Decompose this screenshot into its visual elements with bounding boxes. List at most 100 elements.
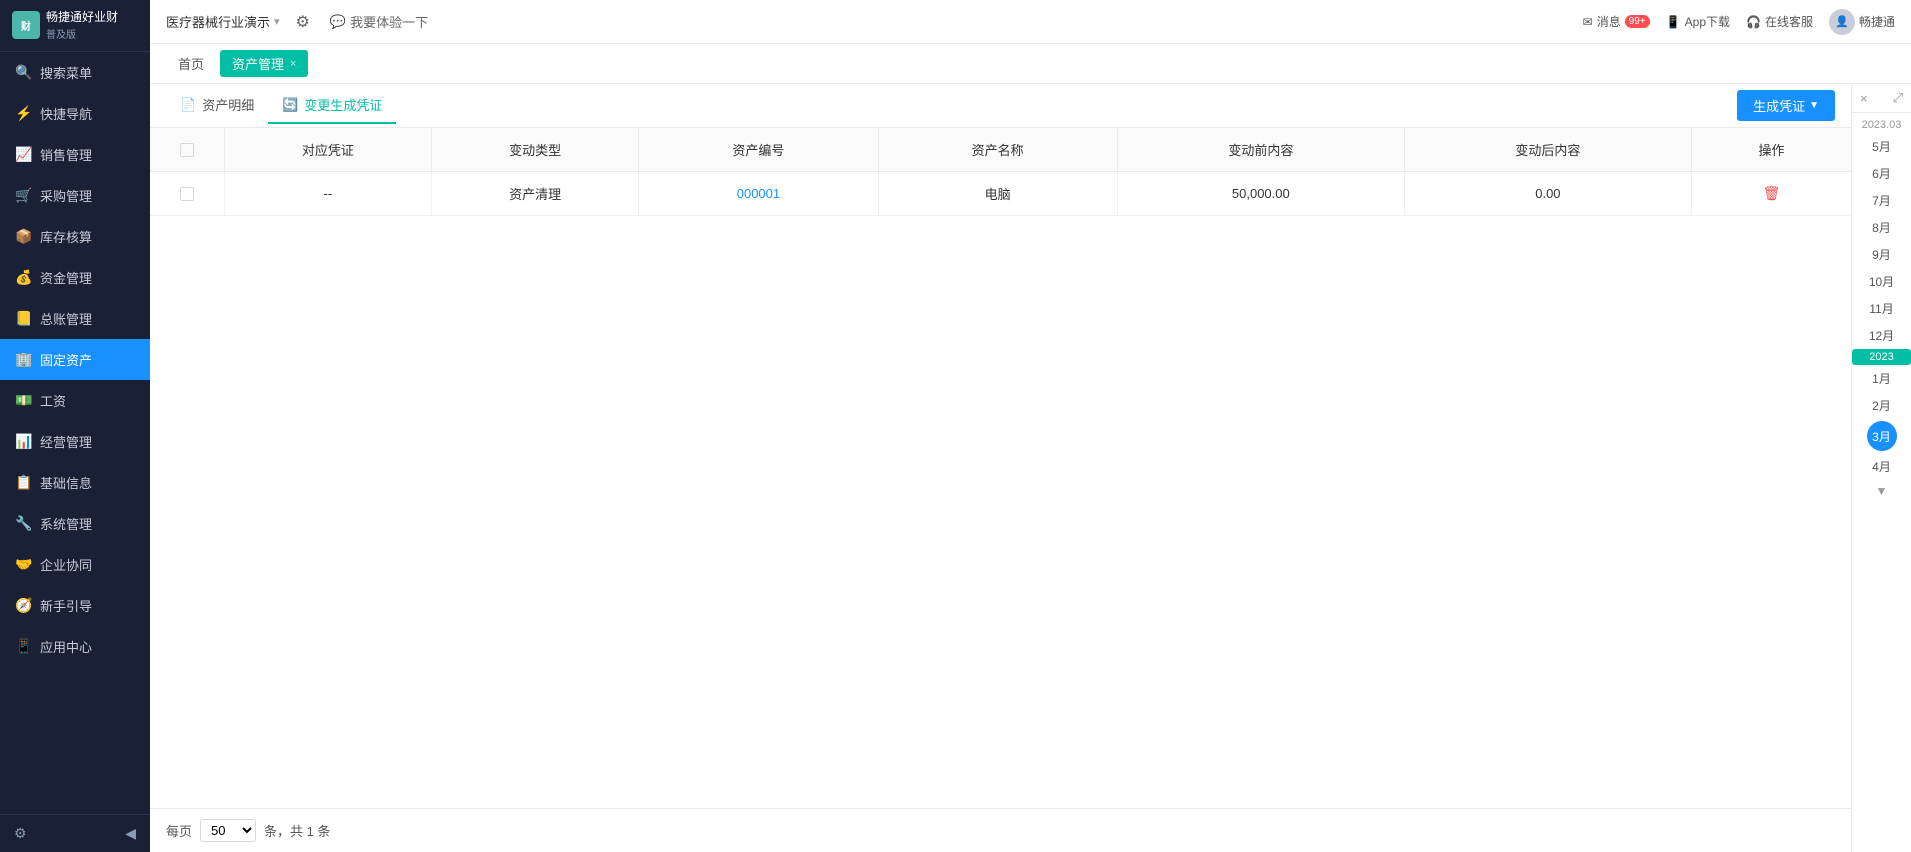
experience-button[interactable]: 💬 我要体验一下 [330, 12, 428, 31]
right-panel-close-icon[interactable]: × [1860, 91, 1868, 106]
customer-service-label: 在线客服 [1765, 13, 1813, 30]
header-right: ✉ 消息 99+ 📱 App下载 🎧 在线客服 👤 畅捷通 [1583, 9, 1895, 35]
sidebar-item-fund[interactable]: 💰 资金管理 [0, 257, 150, 298]
tab-bar: 首页 资产管理 × [150, 44, 1911, 84]
table-header-row: 对应凭证 变动类型 资产编号 资产名称 变动前内容 变动后内容 操作 [150, 128, 1851, 172]
th-before: 变动前内容 [1117, 128, 1404, 172]
inventory-icon: 📦 [16, 228, 32, 244]
tab-label: 资产管理 [232, 54, 284, 73]
sidebar-item-guide[interactable]: 🧭 新手引导 [0, 585, 150, 626]
right-panel-expand-icon[interactable]: ⤢ [1893, 90, 1903, 106]
tab-assets-management[interactable]: 资产管理 × [220, 50, 308, 77]
sidebar-item-purchase[interactable]: 🛒 采购管理 [0, 175, 150, 216]
per-page-select[interactable]: 50 10 20 100 [200, 819, 256, 842]
sidebar-item-ledger[interactable]: 📒 总账管理 [0, 298, 150, 339]
customer-service-button[interactable]: 🎧 在线客服 [1746, 13, 1813, 30]
app-download-button[interactable]: 📱 App下载 [1666, 13, 1730, 30]
th-code: 资产编号 [639, 128, 878, 172]
header-settings-icon[interactable]: ⚙ [296, 12, 310, 32]
row-code: 000001 [639, 172, 878, 216]
month-item[interactable]: 4月 [1867, 453, 1897, 480]
operations-icon: 📊 [16, 433, 32, 449]
generate-btn-label: 生成凭证 [1753, 96, 1805, 115]
month-item[interactable]: 12月 [1865, 322, 1898, 349]
sidebar-label-fixed-assets: 固定资产 [40, 350, 92, 369]
sidebar-item-payroll[interactable]: 💵 工资 [0, 380, 150, 421]
sidebar-label-fund: 资金管理 [40, 268, 92, 287]
ledger-icon: 📒 [16, 310, 32, 326]
row-checkbox-cell [150, 172, 224, 216]
user-menu[interactable]: 👤 畅捷通 [1829, 9, 1895, 35]
sidebar-item-operations[interactable]: 📊 经营管理 [0, 421, 150, 462]
logo-text: 畅捷通好业财 [46, 10, 118, 26]
settings-icon[interactable]: ⚙ [14, 825, 27, 842]
month-item[interactable]: 5月 [1865, 133, 1898, 160]
th-type: 变动类型 [431, 128, 638, 172]
sidebar-label-quick-nav: 快捷导航 [40, 104, 92, 123]
month-item[interactable]: 10月 [1865, 268, 1898, 295]
delete-row-icon[interactable]: 🗑 [1763, 185, 1781, 201]
month-item[interactable]: 11月 [1865, 295, 1898, 322]
sales-icon: 📈 [16, 146, 32, 162]
months-current: 1月2月3月4月 [1867, 365, 1897, 480]
sidebar-item-app-center[interactable]: 📱 应用中心 [0, 626, 150, 667]
month-item[interactable]: 3月 [1867, 421, 1897, 451]
sidebar-logo: 财 畅捷通好业财 普及版 [0, 0, 150, 52]
table-body: -- 资产清理 000001 电脑 50,000.00 0.00 🗑 [150, 172, 1851, 216]
customer-service-icon: 🎧 [1746, 15, 1761, 29]
sidebar-item-system[interactable]: 🔧 系统管理 [0, 503, 150, 544]
month-item[interactable]: 6月 [1865, 160, 1898, 187]
app-download-label: App下载 [1685, 13, 1730, 30]
year-label-top: 2023.03 [1852, 113, 1911, 133]
month-item[interactable]: 9月 [1865, 241, 1898, 268]
sidebar-item-search[interactable]: 🔍 搜索菜单 [0, 52, 150, 93]
sidebar-bottom: ⚙ ◀ [0, 814, 150, 852]
row-before: 50,000.00 [1117, 172, 1404, 216]
sidebar-item-enterprise[interactable]: 🤝 企业协同 [0, 544, 150, 585]
tab-asset-detail[interactable]: 📄 资产明细 [166, 87, 268, 124]
th-voucher: 对应凭证 [224, 128, 431, 172]
year-2023-badge[interactable]: 2023 [1852, 349, 1911, 365]
table-row: -- 资产清理 000001 电脑 50,000.00 0.00 🗑 [150, 172, 1851, 216]
collapse-icon[interactable]: ◀ [125, 825, 136, 842]
enterprise-icon: 🤝 [16, 556, 32, 572]
app-download-icon: 📱 [1666, 15, 1681, 29]
sidebar-label-operations: 经营管理 [40, 432, 92, 451]
row-operation: 🗑 [1691, 172, 1851, 216]
message-button[interactable]: ✉ 消息 99+ [1583, 13, 1650, 30]
sidebar-item-fixed-assets[interactable]: 🏢 固定资产 [0, 339, 150, 380]
row-voucher: -- [224, 172, 431, 216]
per-page-label: 每页 [166, 821, 192, 840]
month-item[interactable]: 2月 [1867, 392, 1897, 419]
sidebar-item-sales[interactable]: 📈 销售管理 [0, 134, 150, 175]
fixed-assets-icon: 🏢 [16, 351, 32, 367]
sidebar-label-payroll: 工资 [40, 391, 66, 410]
basic-info-icon: 📋 [16, 474, 32, 490]
month-item[interactable]: 7月 [1865, 187, 1898, 214]
tab-change-voucher-label: 变更生成凭证 [304, 95, 382, 114]
generate-voucher-button[interactable]: 生成凭证 ▼ [1737, 90, 1835, 121]
guide-icon: 🧭 [16, 597, 32, 613]
month-item[interactable]: 1月 [1867, 365, 1897, 392]
tab-change-voucher[interactable]: 🔄 变更生成凭证 [268, 87, 396, 124]
select-all-checkbox[interactable] [180, 143, 194, 157]
tab-home[interactable]: 首页 [166, 50, 216, 77]
top-header: 医疗器械行业演示 ▾ ⚙ 💬 我要体验一下 ✉ 消息 99+ 📱 App下载 🎧… [150, 0, 1911, 44]
system-icon: 🔧 [16, 515, 32, 531]
content-main: 📄 资产明细 🔄 变更生成凭证 生成凭证 ▼ [150, 84, 1851, 852]
th-after: 变动后内容 [1404, 128, 1691, 172]
company-name: 医疗器械行业演示 [166, 12, 270, 31]
sidebar-item-quick-nav[interactable]: ⚡ 快捷导航 [0, 93, 150, 134]
sidebar-item-basic-info[interactable]: 📋 基础信息 [0, 462, 150, 503]
scroll-down-arrow[interactable]: ▼ [1852, 480, 1911, 502]
inner-tabs: 📄 资产明细 🔄 变更生成凭证 生成凭证 ▼ [150, 84, 1851, 128]
row-checkbox[interactable] [180, 187, 194, 201]
company-selector[interactable]: 医疗器械行业演示 ▾ [166, 12, 280, 31]
total-count-label: 条，共 1 条 [264, 821, 330, 840]
logo-icon: 财 [12, 11, 40, 39]
tab-close-icon[interactable]: × [290, 58, 296, 70]
experience-label: 我要体验一下 [350, 12, 428, 31]
sidebar-nav: 🔍 搜索菜单 ⚡ 快捷导航 📈 销售管理 🛒 采购管理 📦 库存核算 💰 资金管… [0, 52, 150, 814]
sidebar-item-inventory[interactable]: 📦 库存核算 [0, 216, 150, 257]
month-item[interactable]: 8月 [1865, 214, 1898, 241]
